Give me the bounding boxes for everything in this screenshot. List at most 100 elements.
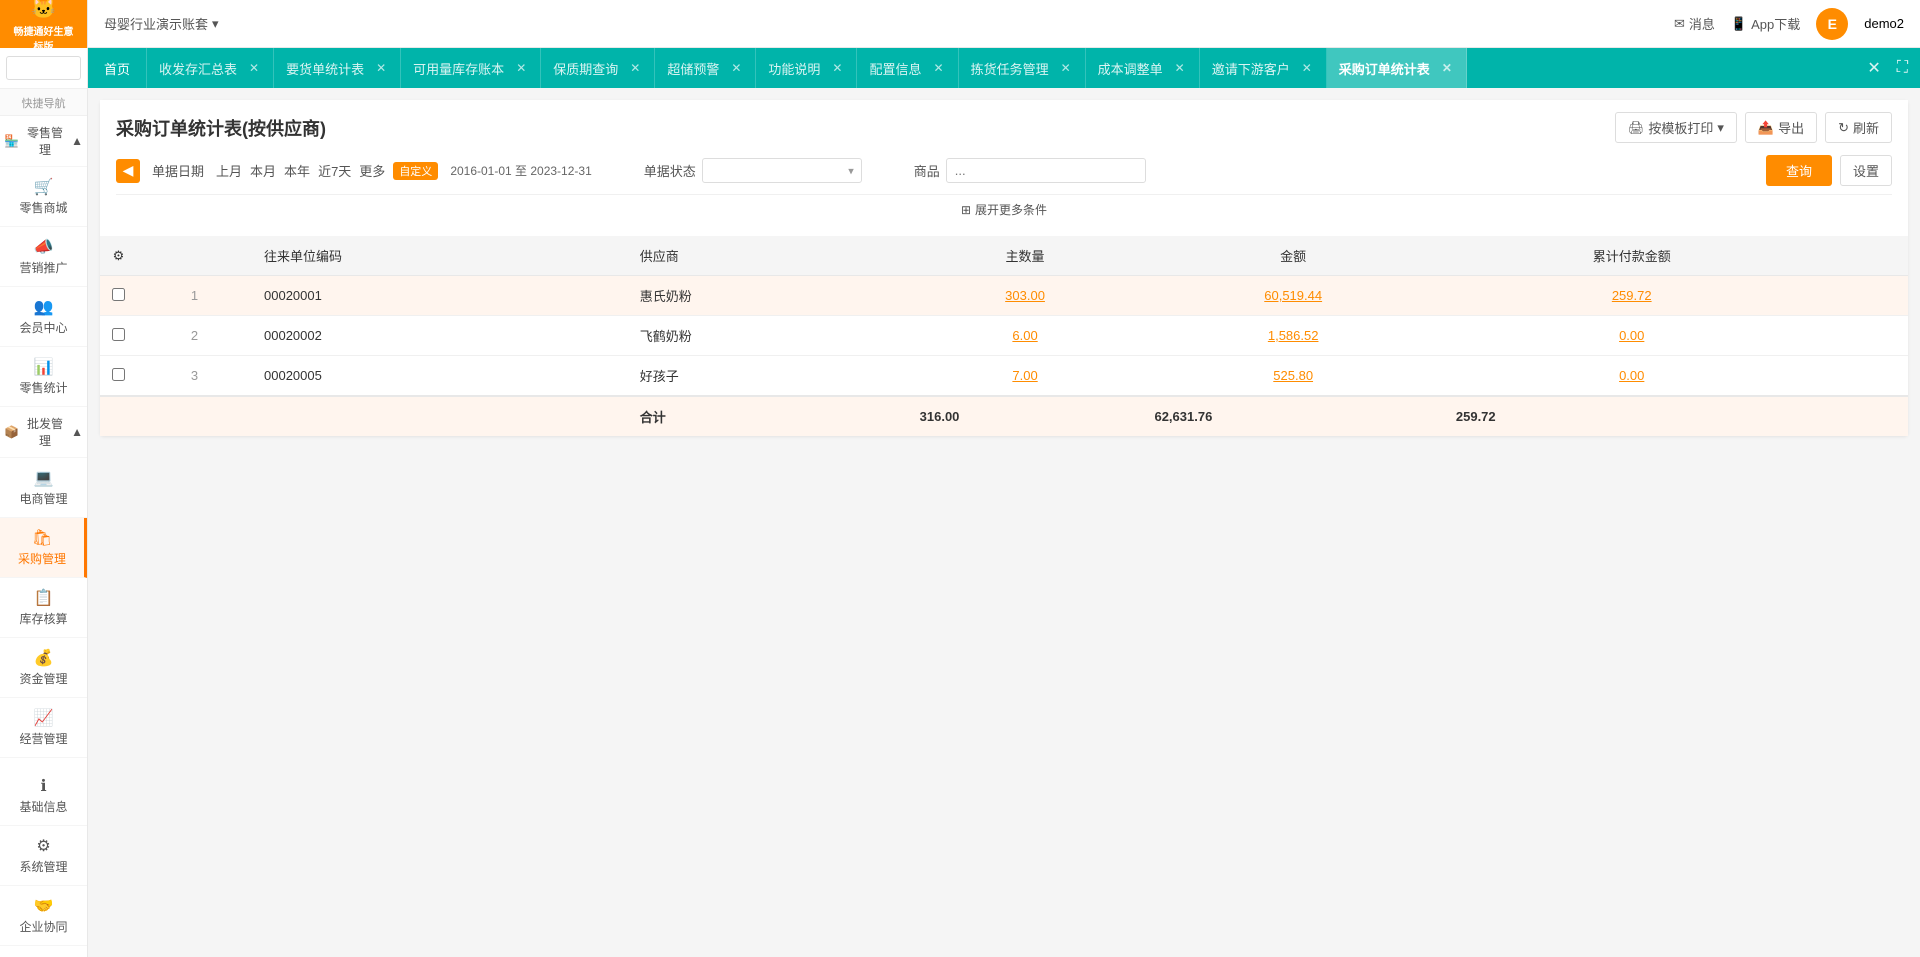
row1-cumulative-link[interactable]: 259.72 bbox=[1612, 288, 1652, 303]
enterprise-label: 企业协同 bbox=[19, 918, 67, 935]
sidebar-item-ecommerce[interactable]: 💻 电商管理 bbox=[0, 458, 87, 518]
row2-main-qty: 6.00 bbox=[908, 316, 1143, 356]
tab-pick-task-label: 拣货任务管理 bbox=[971, 59, 1049, 78]
tab-home[interactable]: 首页 bbox=[88, 48, 147, 88]
sidebar-item-retail-stats[interactable]: 📊 零售统计 bbox=[0, 347, 87, 407]
tab-close-btn[interactable]: ✕ bbox=[1863, 54, 1884, 82]
row2-checkbox[interactable] bbox=[100, 316, 137, 356]
operations-icon: 📈 bbox=[34, 708, 54, 728]
inventory-label: 库存核算 bbox=[19, 610, 67, 627]
search-input[interactable] bbox=[6, 56, 81, 80]
refresh-btn[interactable]: ↻ 刷新 bbox=[1825, 112, 1892, 143]
sidebar-item-retail-store[interactable]: 🛒 零售商城 bbox=[0, 167, 87, 227]
date-shortcut-this-month[interactable]: 本月 bbox=[250, 161, 276, 180]
row2-main-qty-link[interactable]: 6.00 bbox=[1012, 328, 1037, 343]
sidebar-item-retail-mgmt[interactable]: 🏪 零售管理 ▲ bbox=[0, 116, 87, 167]
row2-cumulative-link[interactable]: 0.00 bbox=[1619, 328, 1644, 343]
tab-invite-downstream[interactable]: 邀请下游客户 ✕ bbox=[1200, 48, 1327, 88]
sidebar-item-base-info[interactable]: ℹ 基础信息 bbox=[0, 766, 87, 826]
tab-overstock-close[interactable]: ✕ bbox=[729, 61, 743, 75]
tab-receive-send-close[interactable]: ✕ bbox=[247, 61, 261, 75]
workspace-selector[interactable]: 母婴行业演示账套 ▾ bbox=[104, 14, 219, 33]
tab-invite-downstream-close[interactable]: ✕ bbox=[1300, 61, 1314, 75]
row1-main-qty-link[interactable]: 303.00 bbox=[1005, 288, 1045, 303]
page-content: 采购订单统计表(按供应商) 🖨 按模板打印 ▾ 📤 导出 ↻ 刷新 bbox=[88, 88, 1920, 957]
row3-main-qty-link[interactable]: 7.00 bbox=[1012, 368, 1037, 383]
query-btn[interactable]: 查询 bbox=[1766, 155, 1832, 186]
tab-func-desc-label: 功能说明 bbox=[768, 59, 820, 78]
sidebar-item-wholesale[interactable]: 📦 批发管理 ▲ bbox=[0, 407, 87, 458]
footer-empty3 bbox=[252, 396, 628, 436]
tab-cost-adjust[interactable]: 成本调整单 ✕ bbox=[1086, 48, 1200, 88]
goods-input[interactable] bbox=[946, 158, 1146, 183]
row1-checkbox-input[interactable] bbox=[112, 288, 125, 301]
row3-checkbox[interactable] bbox=[100, 356, 137, 397]
tab-order-stats[interactable]: 要货单统计表 ✕ bbox=[274, 48, 401, 88]
app-name: 畅捷通好生意 bbox=[14, 23, 74, 38]
tab-pick-task-close[interactable]: ✕ bbox=[1059, 61, 1073, 75]
tab-overstock[interactable]: 超储预警 ✕ bbox=[655, 48, 756, 88]
row1-amount-link[interactable]: 60,519.44 bbox=[1264, 288, 1322, 303]
expand-filter-btn[interactable]: ⊞ 展开更多条件 bbox=[961, 201, 1047, 218]
tab-func-desc-close[interactable]: ✕ bbox=[830, 61, 844, 75]
tab-cost-adjust-label: 成本调整单 bbox=[1098, 59, 1163, 78]
tab-purchase-stats-close[interactable]: ✕ bbox=[1440, 61, 1454, 75]
col-settings[interactable]: ⚙ bbox=[100, 236, 137, 276]
sidebar-item-new-guide[interactable]: 🎯 新手引导 bbox=[0, 946, 87, 957]
export-btn[interactable]: 📤 导出 bbox=[1745, 112, 1817, 143]
row3-seq: 3 bbox=[137, 356, 252, 397]
template-print-btn[interactable]: 🖨 按模板打印 ▾ bbox=[1615, 112, 1737, 143]
date-shortcut-more[interactable]: 更多 bbox=[359, 161, 385, 180]
tab-available-stock-close[interactable]: ✕ bbox=[514, 61, 528, 75]
expand-filter-row: ⊞ 展开更多条件 bbox=[116, 194, 1892, 224]
date-shortcut-this-year[interactable]: 本年 bbox=[284, 161, 310, 180]
tab-order-stats-close[interactable]: ✕ bbox=[374, 61, 388, 75]
base-info-label: 基础信息 bbox=[19, 798, 67, 815]
settings-btn[interactable]: 设置 bbox=[1840, 155, 1892, 186]
date-shortcut-last-month[interactable]: 上月 bbox=[216, 161, 242, 180]
row3-cumulative-link[interactable]: 0.00 bbox=[1619, 368, 1644, 383]
ecommerce-label: 电商管理 bbox=[19, 490, 67, 507]
row3-amount-link[interactable]: 525.80 bbox=[1273, 368, 1313, 383]
sidebar-item-system[interactable]: ⚙ 系统管理 bbox=[0, 826, 87, 886]
date-custom-badge[interactable]: 自定义 bbox=[393, 162, 438, 180]
date-shortcut-7days[interactable]: 近7天 bbox=[318, 161, 351, 180]
tab-expand-btn[interactable]: ⛶ bbox=[1893, 55, 1912, 81]
status-select[interactable] bbox=[702, 158, 862, 183]
app-download-btn[interactable]: 📱 App下载 bbox=[1731, 14, 1800, 33]
tab-purchase-stats[interactable]: 采购订单统计表 ✕ bbox=[1327, 48, 1467, 88]
topbar-left: 母婴行业演示账套 ▾ bbox=[104, 14, 219, 33]
row2-checkbox-input[interactable] bbox=[112, 328, 125, 341]
tab-warranty[interactable]: 保质期查询 ✕ bbox=[541, 48, 655, 88]
sidebar-item-purchase[interactable]: 🛍 采购管理 bbox=[0, 518, 87, 578]
sidebar-item-member[interactable]: 👥 会员中心 bbox=[0, 287, 87, 347]
row3-checkbox-input[interactable] bbox=[112, 368, 125, 381]
finance-icon: 💰 bbox=[34, 648, 54, 668]
tab-warranty-close[interactable]: ✕ bbox=[628, 61, 642, 75]
retail-stats-icon: 📊 bbox=[34, 357, 54, 377]
footer-extra bbox=[1820, 396, 1908, 436]
tab-func-desc[interactable]: 功能说明 ✕ bbox=[756, 48, 857, 88]
row2-amount-link[interactable]: 1,586.52 bbox=[1268, 328, 1319, 343]
tab-config-info[interactable]: 配置信息 ✕ bbox=[857, 48, 958, 88]
tab-available-stock[interactable]: 可用量库存账本 ✕ bbox=[401, 48, 541, 88]
row1-checkbox[interactable] bbox=[100, 276, 137, 316]
tab-receive-send[interactable]: 收发存汇总表 ✕ bbox=[147, 48, 274, 88]
sidebar-item-operations[interactable]: 📈 经营管理 bbox=[0, 698, 87, 758]
enterprise-icon: 🤝 bbox=[34, 896, 54, 916]
app-download-label: App下载 bbox=[1751, 14, 1800, 33]
tab-config-info-close[interactable]: ✕ bbox=[932, 61, 946, 75]
tab-pick-task[interactable]: 拣货任务管理 ✕ bbox=[959, 48, 1086, 88]
retail-store-icon: 🛒 bbox=[34, 177, 54, 197]
sidebar-item-inventory[interactable]: 📋 库存核算 bbox=[0, 578, 87, 638]
tab-cost-adjust-close[interactable]: ✕ bbox=[1173, 61, 1187, 75]
sidebar-item-enterprise[interactable]: 🤝 企业协同 bbox=[0, 886, 87, 946]
goods-filter-field: 商品 bbox=[914, 158, 1146, 183]
wholesale-arrow: ▲ bbox=[71, 425, 83, 439]
messages-btn[interactable]: ✉ 消息 bbox=[1674, 14, 1715, 33]
sidebar-item-marketing[interactable]: 📣 营销推广 bbox=[0, 227, 87, 287]
retail-mgmt-arrow: ▲ bbox=[71, 134, 83, 148]
sidebar-item-finance[interactable]: 💰 资金管理 bbox=[0, 638, 87, 698]
filter-toggle-btn[interactable]: ◀ bbox=[116, 159, 140, 183]
avatar[interactable]: E bbox=[1816, 8, 1848, 40]
